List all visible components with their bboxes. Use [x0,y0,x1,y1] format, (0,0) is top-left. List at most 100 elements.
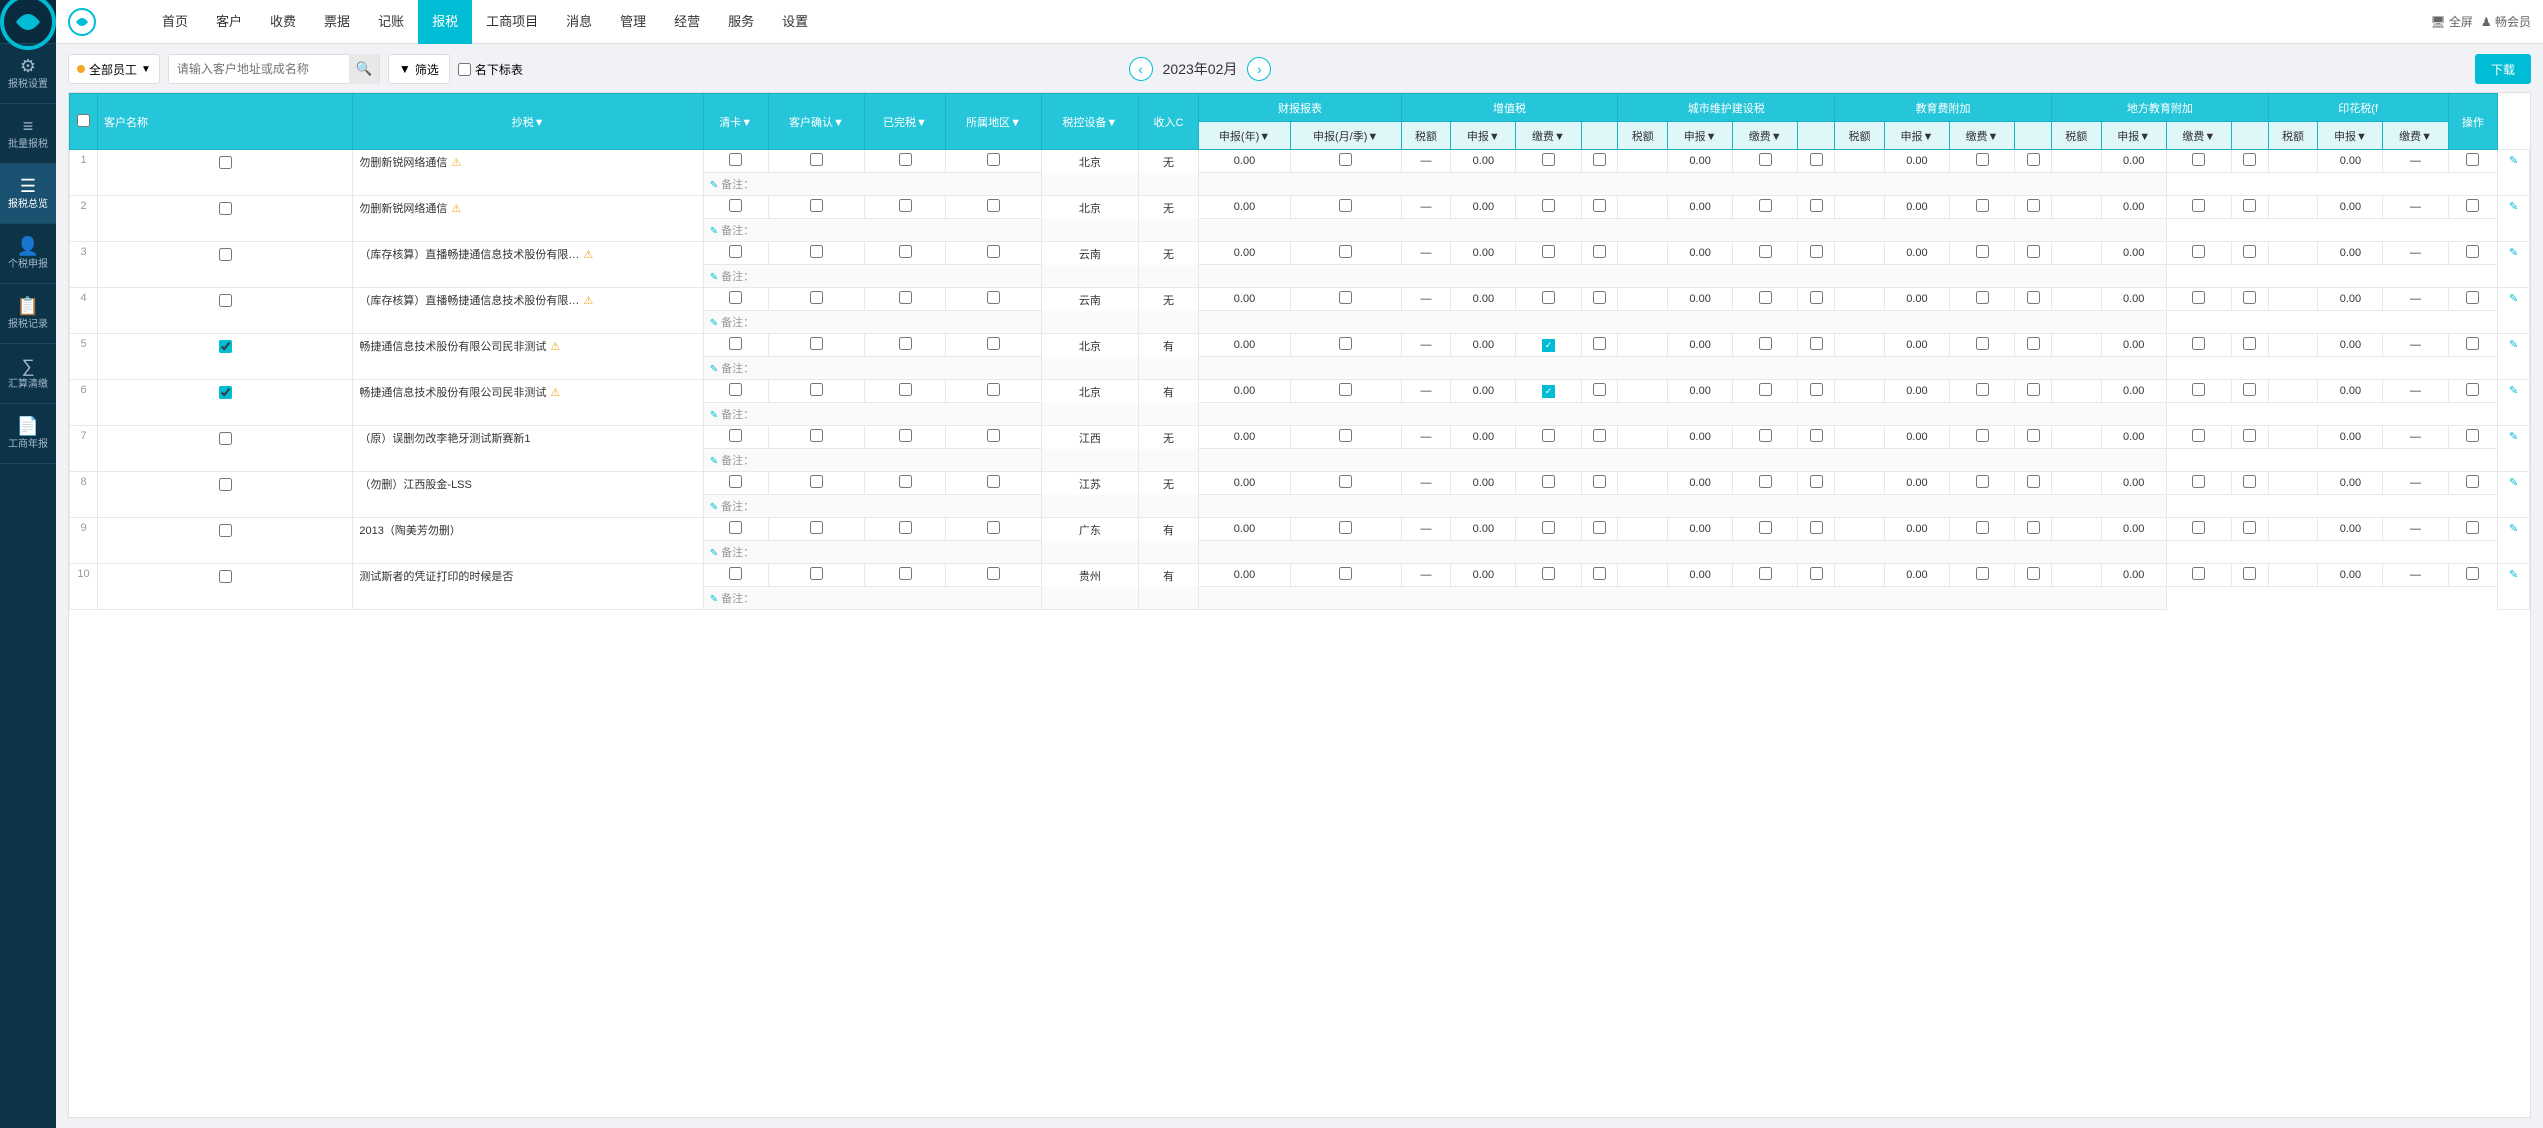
cell-checkbox[interactable] [1593,429,1606,442]
nav-item-message[interactable]: 消息 [552,0,606,44]
cell-checkbox[interactable] [987,291,1000,304]
cell-checkbox[interactable] [2243,245,2256,258]
cell-checkbox[interactable] [1759,337,1772,350]
cell-checkbox[interactable] [1593,153,1606,166]
cell-checkbox[interactable] [987,383,1000,396]
edit-icon[interactable]: ✎ [2509,385,2518,397]
cell-checkbox[interactable] [899,153,912,166]
sidebar-item-huisuanqingjiao[interactable]: ∑ 汇算清缴 [0,344,56,404]
edit-icon[interactable]: ✎ [2509,247,2518,259]
cell-checkbox[interactable] [1339,153,1352,166]
cell-checkbox[interactable] [2243,291,2256,304]
cell-checkbox[interactable] [1810,337,1823,350]
cell-checkbox[interactable] [1593,291,1606,304]
cell-checkbox[interactable] [729,383,742,396]
checkbox-label[interactable]: 名下标表 [458,61,523,78]
cell-checkbox[interactable] [987,245,1000,258]
sidebar-item-geshuishenb[interactable]: 👤 个税申报 [0,224,56,284]
nav-item-invoice[interactable]: 票据 [310,0,364,44]
cell-checkbox[interactable] [1593,337,1606,350]
th-qingka[interactable]: 清卡▼ [703,94,768,150]
cell-checkbox[interactable] [1593,475,1606,488]
row-checkbox-cell[interactable] [98,472,353,518]
cell-checkbox[interactable] [2027,475,2040,488]
th-vat-sb[interactable]: 申报▼ [1451,122,1516,150]
search-input[interactable] [169,55,349,83]
cell-checkbox[interactable] [729,475,742,488]
cell-checkbox[interactable] [729,199,742,212]
prev-month-button[interactable]: ‹ [1129,57,1153,81]
edit-icon[interactable]: ✎ [2509,293,2518,305]
cell-checkbox[interactable] [1759,153,1772,166]
cell-checkbox[interactable] [2243,567,2256,580]
cell-checkbox[interactable] [899,245,912,258]
cell-checkbox[interactable] [2027,521,2040,534]
cell-checkbox[interactable] [2027,567,2040,580]
cell-checkbox[interactable] [2466,521,2479,534]
cell-checkbox[interactable] [1593,199,1606,212]
warn-icon[interactable]: ⚠ [550,341,560,353]
cell-checkbox[interactable] [899,475,912,488]
cell-checkbox[interactable] [1339,383,1352,396]
nav-item-tax[interactable]: 报税 [418,0,472,44]
cell-checkbox[interactable] [1810,475,1823,488]
cell-checkbox[interactable] [987,521,1000,534]
cell-checkbox[interactable] [2192,521,2205,534]
note-edit-icon[interactable]: ✎ [710,410,718,421]
sidebar-item-piliangbaoshui[interactable]: ≡ 批量报税 [0,104,56,164]
row-checkbox[interactable] [219,386,232,399]
row-checkbox-cell[interactable] [98,380,353,426]
cell-checkbox[interactable] [810,245,823,258]
cell-checkbox[interactable] [987,429,1000,442]
warn-icon[interactable]: ⚠ [550,387,560,399]
cell-checkbox[interactable] [1810,291,1823,304]
cell-checkbox[interactable] [2192,153,2205,166]
cell-checkbox[interactable] [1810,567,1823,580]
nav-item-business[interactable]: 工商项目 [472,0,552,44]
action-cell[interactable]: ✎ [2498,380,2530,426]
th-region[interactable]: 所属地区▼ [945,94,1041,150]
nav-item-fee[interactable]: 收费 [256,0,310,44]
th-edu-jf[interactable]: 缴费▼ [1949,122,2014,150]
cell-checkbox[interactable] [810,199,823,212]
cell-checkbox[interactable] [987,199,1000,212]
nav-item-manage[interactable]: 管理 [606,0,660,44]
cell-checkbox[interactable] [1339,429,1352,442]
cell-checkbox[interactable] [1542,199,1555,212]
cell-checkbox[interactable] [1542,245,1555,258]
warn-icon[interactable]: ⚠ [583,249,593,261]
cell-checkbox[interactable] [2466,153,2479,166]
cell-checkbox[interactable] [1542,291,1555,304]
cell-checkbox[interactable] [1339,291,1352,304]
sidebar-item-baoshuizonglan[interactable]: ☰ 报税总览 [0,164,56,224]
cell-checkbox[interactable] [899,337,912,350]
nav-item-client[interactable]: 客户 [202,0,256,44]
sidebar-item-baoshuishezhii[interactable]: ⚙ 报税设置 [0,44,56,104]
row-checkbox-cell[interactable] [98,242,353,288]
cell-checkbox[interactable] [1593,383,1606,396]
edit-icon[interactable]: ✎ [2509,155,2518,167]
action-cell[interactable]: ✎ [2498,472,2530,518]
cell-checkbox[interactable] [1976,291,1989,304]
row-checkbox[interactable] [219,570,232,583]
row-checkbox-cell[interactable] [98,564,353,610]
cell-checkbox[interactable] [2027,383,2040,396]
cell-checkbox[interactable] [2192,475,2205,488]
cell-checkbox[interactable] [810,291,823,304]
edit-icon[interactable]: ✎ [2509,201,2518,213]
note-edit-icon[interactable]: ✎ [710,594,718,605]
cell-checkbox[interactable] [1339,475,1352,488]
nav-item-bookkeeping[interactable]: 记账 [364,0,418,44]
cell-checkbox[interactable] [1976,383,1989,396]
vip-btn[interactable]: ♟ 畅会员 [2481,13,2531,30]
row-checkbox-cell[interactable] [98,288,353,334]
cell-checkbox[interactable] [1810,521,1823,534]
cell-checkbox[interactable] [1593,245,1606,258]
cell-checkbox[interactable] [987,337,1000,350]
cell-checkbox[interactable] [2243,429,2256,442]
cell-checkbox[interactable] [1542,567,1555,580]
cell-checkbox[interactable] [1542,475,1555,488]
cell-checkbox[interactable] [1542,153,1555,166]
action-cell[interactable]: ✎ [2498,288,2530,334]
th-confirm[interactable]: 客户确认▼ [768,94,864,150]
